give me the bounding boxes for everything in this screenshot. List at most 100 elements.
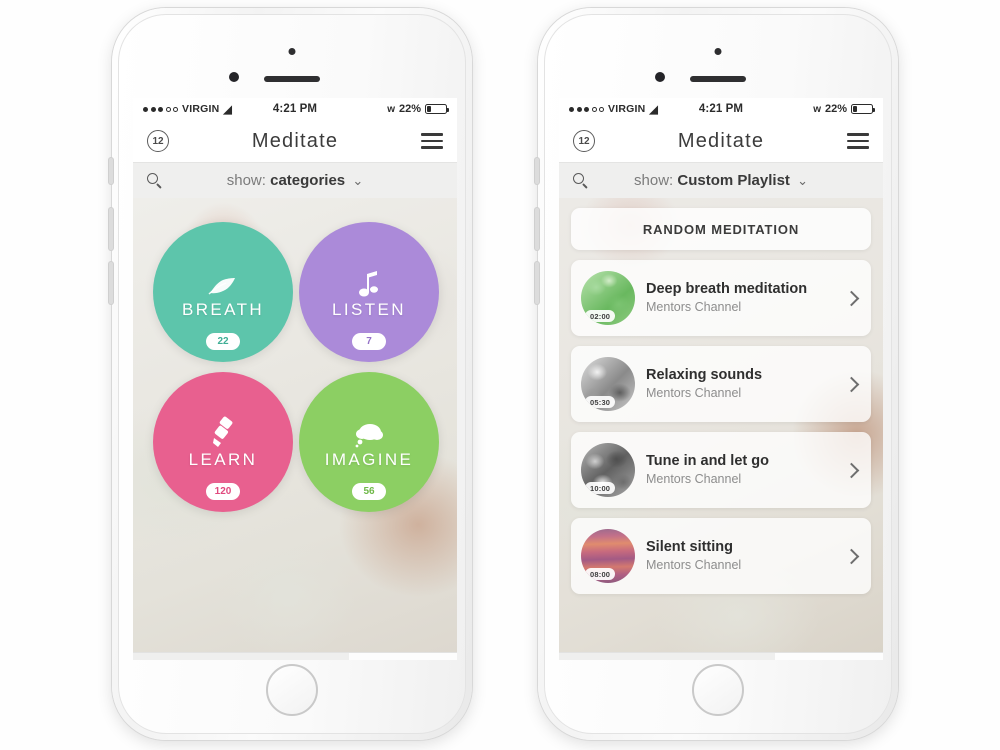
notification-badge[interactable]: 12 bbox=[573, 130, 595, 152]
gray-abstract-thumbnail: 05:30 bbox=[581, 357, 635, 411]
tab-plans[interactable]: PLANS bbox=[241, 653, 349, 660]
track-meta: Tune in and let go Mentors Channel bbox=[646, 452, 835, 488]
status-bar-right: w 22% bbox=[317, 103, 450, 115]
chevron-right-icon[interactable] bbox=[843, 376, 860, 392]
track-title: Tune in and let go bbox=[646, 453, 769, 469]
track-row[interactable]: 10:00 Tune in and let go Mentors Channel bbox=[571, 432, 871, 508]
battery-icon bbox=[851, 104, 876, 114]
screen-right: VIRGIN ◢ 4:21 PM w 22% 12 Meditate show:… bbox=[559, 98, 883, 660]
mute-switch[interactable] bbox=[109, 158, 113, 184]
track-duration-badge: 08:00 bbox=[585, 568, 616, 580]
track-meta: Silent sitting Mentors Channel bbox=[646, 538, 835, 574]
notification-badge[interactable]: 12 bbox=[147, 130, 169, 152]
front-camera-icon bbox=[229, 72, 239, 82]
signal-strength-icon bbox=[143, 106, 178, 112]
screen-left: VIRGIN ◢ 4:21 PM w 22% 12 Meditate show:… bbox=[133, 98, 457, 660]
category-learn[interactable]: LEARN 120 bbox=[153, 372, 293, 512]
track-duration-badge: 10:00 bbox=[585, 482, 616, 494]
track-duration-badge: 02:00 bbox=[585, 310, 616, 322]
earpiece-speaker bbox=[264, 76, 320, 82]
chevron-down-icon[interactable]: ⌄ bbox=[352, 173, 363, 188]
page-title: Meditate bbox=[251, 129, 339, 152]
track-title: Silent sitting bbox=[646, 539, 733, 555]
tab-plans[interactable]: PLANS bbox=[667, 653, 775, 660]
tab-my-wellbe[interactable]: MY WELLBE bbox=[133, 653, 241, 660]
show-value-label: Custom Playlist bbox=[677, 172, 790, 189]
bluetooth-icon: w bbox=[813, 103, 821, 115]
category-imagine[interactable]: IMAGINE 56 bbox=[299, 372, 439, 512]
battery-percent-label: 22% bbox=[398, 103, 422, 115]
show-prefix-label: show: bbox=[226, 172, 266, 189]
track-row[interactable]: 05:30 Relaxing sounds Mentors Channel bbox=[571, 346, 871, 422]
status-bar: VIRGIN ◢ 4:21 PM w 22% bbox=[559, 98, 883, 120]
filter-bar[interactable]: show: Custom Playlist ⌄ bbox=[559, 162, 883, 198]
show-prefix-label: show: bbox=[634, 172, 674, 189]
phone-body-left: VIRGIN ◢ 4:21 PM w 22% 12 Meditate show:… bbox=[118, 14, 466, 734]
nav-bar: 12 Meditate bbox=[133, 120, 457, 162]
leaf-icon bbox=[206, 264, 240, 298]
chevron-right-icon[interactable] bbox=[843, 548, 860, 564]
category-label: IMAGINE bbox=[324, 450, 414, 469]
track-duration-badge: 05:30 bbox=[585, 396, 616, 408]
category-count-badge: 22 bbox=[206, 333, 240, 350]
volume-down-button[interactable] bbox=[535, 262, 539, 304]
random-meditation-button[interactable]: RANDOM MEDITATION bbox=[571, 208, 871, 250]
battery-icon bbox=[425, 104, 450, 114]
category-count-badge: 120 bbox=[206, 483, 240, 500]
category-listen[interactable]: LISTEN 7 bbox=[299, 222, 439, 362]
tab-meditate[interactable]: MEDITATE bbox=[775, 653, 883, 660]
phone-device-left: VIRGIN ◢ 4:21 PM w 22% 12 Meditate show:… bbox=[109, 8, 472, 740]
green-leaves-thumbnail: 02:00 bbox=[581, 271, 635, 325]
track-channel: Mentors Channel bbox=[646, 558, 742, 573]
carrier-label: VIRGIN bbox=[608, 103, 646, 115]
signal-strength-icon bbox=[569, 106, 604, 112]
proximity-sensor-icon bbox=[714, 48, 722, 55]
sunset-thumbnail: 08:00 bbox=[581, 529, 635, 583]
battery-percent-label: 22% bbox=[824, 103, 848, 115]
track-row[interactable]: 02:00 Deep breath meditation Mentors Cha… bbox=[571, 260, 871, 336]
diploma-scroll-icon bbox=[209, 414, 237, 448]
volume-up-button[interactable] bbox=[109, 208, 113, 250]
thought-cloud-icon bbox=[353, 414, 385, 448]
chevron-right-icon[interactable] bbox=[843, 290, 860, 306]
category-label: LISTEN bbox=[332, 300, 406, 319]
tab-bar: MY WELLBE PLANS MEDITATE bbox=[559, 652, 883, 660]
phone-body-right: VIRGIN ◢ 4:21 PM w 22% 12 Meditate show:… bbox=[544, 14, 892, 734]
home-button[interactable] bbox=[692, 664, 744, 716]
earpiece-speaker bbox=[690, 76, 746, 82]
mute-switch[interactable] bbox=[535, 158, 539, 184]
filter-bar[interactable]: show: categories ⌄ bbox=[133, 162, 457, 198]
volume-down-button[interactable] bbox=[109, 262, 113, 304]
chevron-down-icon[interactable]: ⌄ bbox=[797, 173, 808, 188]
screenshot-stage: VIRGIN ◢ 4:21 PM w 22% 12 Meditate show:… bbox=[0, 0, 1000, 750]
status-bar-left: VIRGIN ◢ bbox=[569, 103, 699, 116]
show-filter-label: show: categories ⌄ bbox=[133, 172, 457, 189]
hamburger-menu-icon[interactable] bbox=[421, 133, 443, 149]
nav-bar: 12 Meditate bbox=[559, 120, 883, 162]
tab-bar: MY WELLBE PLANS MEDITATE bbox=[133, 652, 457, 660]
category-breath[interactable]: BREATH 22 bbox=[153, 222, 293, 362]
track-row[interactable]: 08:00 Silent sitting Mentors Channel bbox=[571, 518, 871, 594]
track-channel: Mentors Channel bbox=[646, 300, 742, 315]
track-meta: Deep breath meditation Mentors Channel bbox=[646, 280, 835, 316]
phone-device-right: VIRGIN ◢ 4:21 PM w 22% 12 Meditate show:… bbox=[535, 8, 898, 740]
status-bar: VIRGIN ◢ 4:21 PM w 22% bbox=[133, 98, 457, 120]
home-button[interactable] bbox=[266, 664, 318, 716]
tab-meditate[interactable]: MEDITATE bbox=[349, 653, 457, 660]
hamburger-menu-icon[interactable] bbox=[847, 133, 869, 149]
gray-stones-thumbnail: 10:00 bbox=[581, 443, 635, 497]
clock-label: 4:21 PM bbox=[272, 103, 318, 115]
volume-up-button[interactable] bbox=[535, 208, 539, 250]
wifi-icon: ◢ bbox=[649, 103, 658, 116]
search-icon[interactable] bbox=[147, 173, 162, 188]
search-icon[interactable] bbox=[573, 173, 588, 188]
track-title: Relaxing sounds bbox=[646, 367, 763, 383]
track-channel: Mentors Channel bbox=[646, 386, 742, 401]
tab-my-wellbe[interactable]: MY WELLBE bbox=[559, 653, 667, 660]
category-label: LEARN bbox=[188, 450, 258, 469]
proximity-sensor-icon bbox=[288, 48, 296, 55]
wifi-icon: ◢ bbox=[223, 103, 232, 116]
page-title: Meditate bbox=[677, 129, 765, 152]
show-value-label: categories bbox=[270, 172, 346, 189]
chevron-right-icon[interactable] bbox=[843, 462, 860, 478]
